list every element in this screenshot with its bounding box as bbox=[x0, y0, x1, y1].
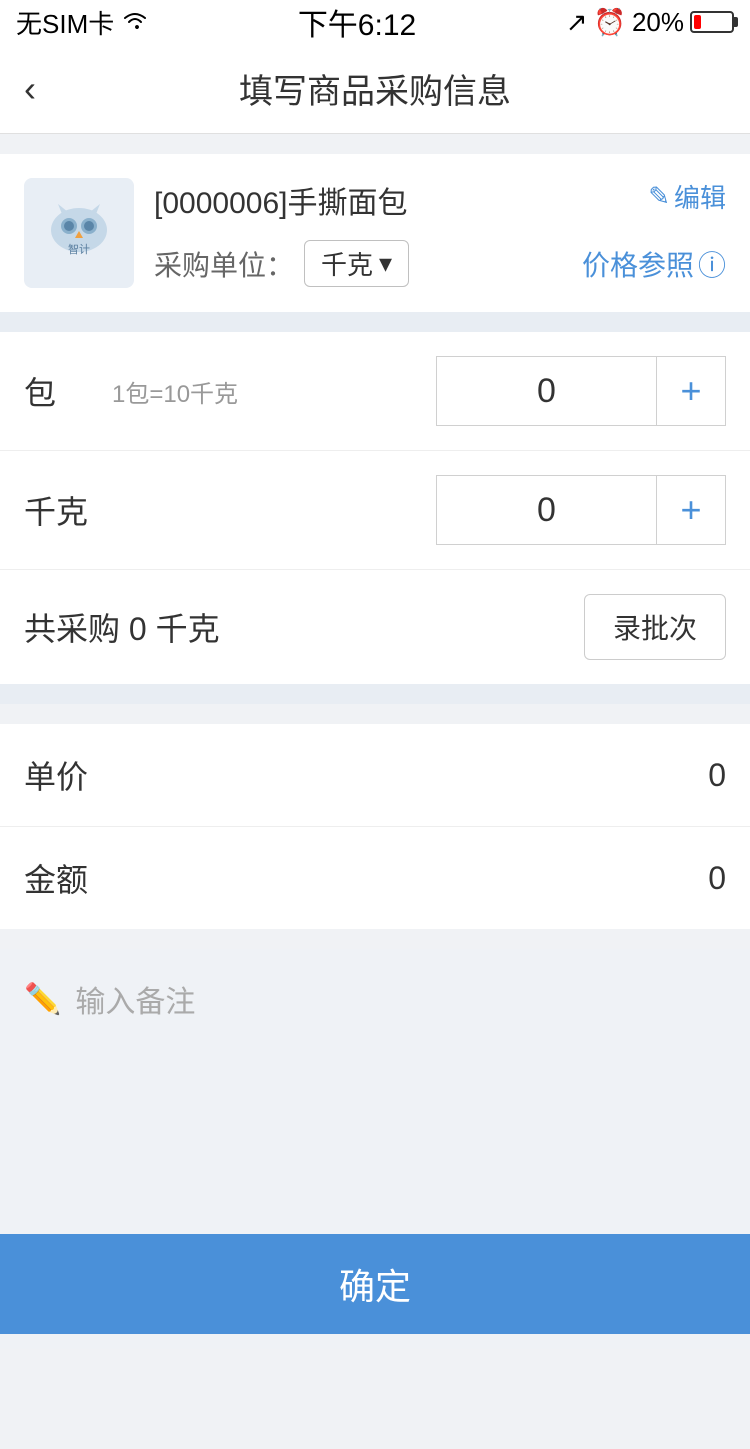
total-label-text: 共采购 bbox=[24, 611, 120, 647]
price-ref-button[interactable]: 价格参照 ⓘ bbox=[582, 244, 726, 284]
nav-bar: ‹ 填写商品采购信息 bbox=[0, 44, 750, 134]
edit-icon: ✎ bbox=[648, 181, 670, 212]
quantity-section: 包 1包=10千克 + 千克 + bbox=[0, 332, 750, 570]
unit-price-label: 单价 bbox=[24, 752, 88, 798]
bao-plus-button[interactable]: + bbox=[656, 356, 726, 426]
amount-row: 金额 0 bbox=[0, 827, 750, 929]
batch-button[interactable]: 录批次 bbox=[584, 594, 726, 660]
status-time: 下午6:12 bbox=[298, 0, 416, 44]
product-info: [0000006]手撕面包 ✎ 编辑 采购单位： 千克 ▾ 价格参照 ⓘ bbox=[154, 178, 726, 287]
product-name-row: [0000006]手撕面包 ✎ 编辑 bbox=[154, 178, 726, 222]
battery-icon bbox=[690, 11, 734, 33]
kg-plus-button[interactable]: + bbox=[656, 475, 726, 545]
amount-label: 金额 bbox=[24, 855, 88, 901]
back-button[interactable]: ‹ bbox=[24, 68, 36, 110]
divider-1 bbox=[0, 312, 750, 332]
kg-row: 千克 + bbox=[0, 451, 750, 570]
kg-input-group: + bbox=[436, 475, 726, 545]
unit-price-row: 单价 0 bbox=[0, 724, 750, 827]
svg-text:智计: 智计 bbox=[68, 242, 90, 256]
product-thumbnail: 智计 bbox=[24, 178, 134, 288]
total-label: 共采购 0 千克 bbox=[24, 604, 220, 650]
edit-label: 编辑 bbox=[674, 178, 726, 215]
note-icon: ✏️ bbox=[24, 982, 61, 1017]
wifi-icon bbox=[122, 7, 148, 38]
bao-label: 包 bbox=[24, 368, 104, 414]
unit-label-text: 采购单位： bbox=[154, 244, 294, 284]
total-row: 共采购 0 千克 录批次 bbox=[0, 570, 750, 684]
location-icon: ↗ bbox=[566, 7, 588, 38]
confirm-button[interactable]: 确定 bbox=[0, 1234, 750, 1334]
kg-input[interactable] bbox=[436, 475, 656, 545]
note-placeholder: 输入备注 bbox=[75, 977, 195, 1021]
status-left: 无SIM卡 bbox=[16, 4, 148, 41]
bao-sublabel: 1包=10千克 bbox=[112, 374, 238, 409]
carrier-text: 无SIM卡 bbox=[16, 4, 114, 41]
price-ref-label: 价格参照 bbox=[582, 244, 694, 284]
kg-label: 千克 bbox=[24, 487, 104, 533]
bao-input[interactable] bbox=[436, 356, 656, 426]
note-section[interactable]: ✏️ 输入备注 bbox=[0, 949, 750, 1049]
price-ref-info-icon: ⓘ bbox=[698, 244, 726, 284]
edit-button[interactable]: ✎ 编辑 bbox=[648, 178, 726, 215]
dropdown-icon: ▾ bbox=[379, 248, 392, 279]
amount-value: 0 bbox=[708, 860, 726, 897]
unit-value: 千克 bbox=[321, 245, 373, 282]
status-right: ↗ ⏰ 20% bbox=[566, 7, 734, 38]
price-section: 单价 0 金额 0 bbox=[0, 724, 750, 929]
total-quantity: 0 bbox=[129, 611, 147, 647]
product-thumb-logo: 智计 bbox=[44, 198, 114, 268]
unit-select[interactable]: 千克 ▾ bbox=[304, 240, 409, 287]
product-name: [0000006]手撕面包 bbox=[154, 178, 407, 222]
total-unit: 千克 bbox=[156, 611, 220, 647]
battery-percent: 20% bbox=[632, 7, 684, 38]
alarm-icon: ⏰ bbox=[594, 7, 626, 38]
status-bar: 无SIM卡 下午6:12 ↗ ⏰ 20% bbox=[0, 0, 750, 44]
product-card: 智计 [0000006]手撕面包 ✎ 编辑 采购单位： 千克 ▾ bbox=[0, 154, 750, 312]
bao-input-group: + bbox=[436, 356, 726, 426]
unit-price-value: 0 bbox=[708, 757, 726, 794]
divider-2 bbox=[0, 684, 750, 704]
bao-row: 包 1包=10千克 + bbox=[0, 332, 750, 451]
page-title: 填写商品采购信息 bbox=[239, 64, 511, 113]
product-unit-row: 采购单位： 千克 ▾ 价格参照 ⓘ bbox=[154, 240, 726, 287]
